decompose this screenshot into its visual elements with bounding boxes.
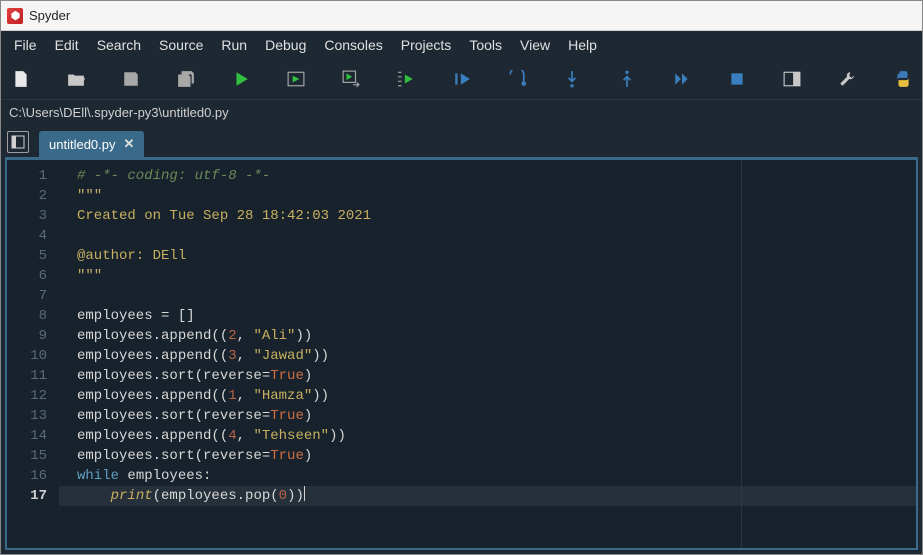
toolbar [1, 59, 922, 99]
menu-consoles[interactable]: Consoles [315, 33, 391, 57]
menu-debug[interactable]: Debug [256, 33, 315, 57]
menu-view[interactable]: View [511, 33, 559, 57]
tab-label: untitled0.py [49, 137, 116, 152]
tabbar: untitled0.py ✕ [1, 125, 922, 157]
debug-next-icon[interactable] [673, 69, 692, 89]
editor[interactable]: 1234567891011121314151617 # -*- coding: … [5, 157, 918, 550]
debug-continue-icon[interactable] [452, 69, 471, 89]
spyder-app-icon [7, 8, 23, 24]
run-cell-icon[interactable] [287, 69, 306, 89]
tools-icon[interactable] [838, 69, 857, 89]
code-area[interactable]: # -*- coding: utf-8 -*-"""Created on Tue… [59, 160, 916, 548]
python-icon[interactable] [893, 69, 912, 89]
menu-edit[interactable]: Edit [46, 33, 88, 57]
run-icon[interactable] [232, 69, 251, 89]
tab-close-icon[interactable]: ✕ [124, 136, 135, 152]
outline-toggle-icon[interactable] [7, 131, 29, 153]
run-cell-next-icon[interactable] [342, 69, 361, 89]
open-file-icon[interactable] [66, 69, 85, 89]
app-window: Spyder File Edit Search Source Run Debug… [0, 0, 923, 555]
debug-step-in-icon[interactable] [562, 69, 581, 89]
menu-projects[interactable]: Projects [392, 33, 461, 57]
right-margin-line [741, 160, 742, 548]
panel-icon[interactable] [783, 69, 802, 89]
menu-help[interactable]: Help [559, 33, 606, 57]
debug-stop-icon[interactable] [728, 69, 747, 89]
tab-untitled0[interactable]: untitled0.py ✕ [39, 131, 144, 157]
file-path: C:\Users\DEll\.spyder-py3\untitled0.py [9, 105, 229, 120]
debug-step-out-icon[interactable] [617, 69, 636, 89]
menu-tools[interactable]: Tools [460, 33, 511, 57]
pathbar: C:\Users\DEll\.spyder-py3\untitled0.py [1, 99, 922, 125]
save-icon[interactable] [121, 69, 140, 89]
new-file-icon[interactable] [11, 69, 30, 89]
menubar: File Edit Search Source Run Debug Consol… [1, 31, 922, 59]
debug-step-icon[interactable] [507, 69, 526, 89]
titlebar-text: Spyder [29, 8, 70, 23]
save-all-icon[interactable] [176, 69, 195, 89]
menu-file[interactable]: File [5, 33, 46, 57]
menu-source[interactable]: Source [150, 33, 212, 57]
menu-run[interactable]: Run [212, 33, 256, 57]
run-selection-icon[interactable] [397, 69, 416, 89]
line-gutter: 1234567891011121314151617 [7, 160, 59, 548]
titlebar: Spyder [1, 1, 922, 31]
menu-search[interactable]: Search [88, 33, 150, 57]
